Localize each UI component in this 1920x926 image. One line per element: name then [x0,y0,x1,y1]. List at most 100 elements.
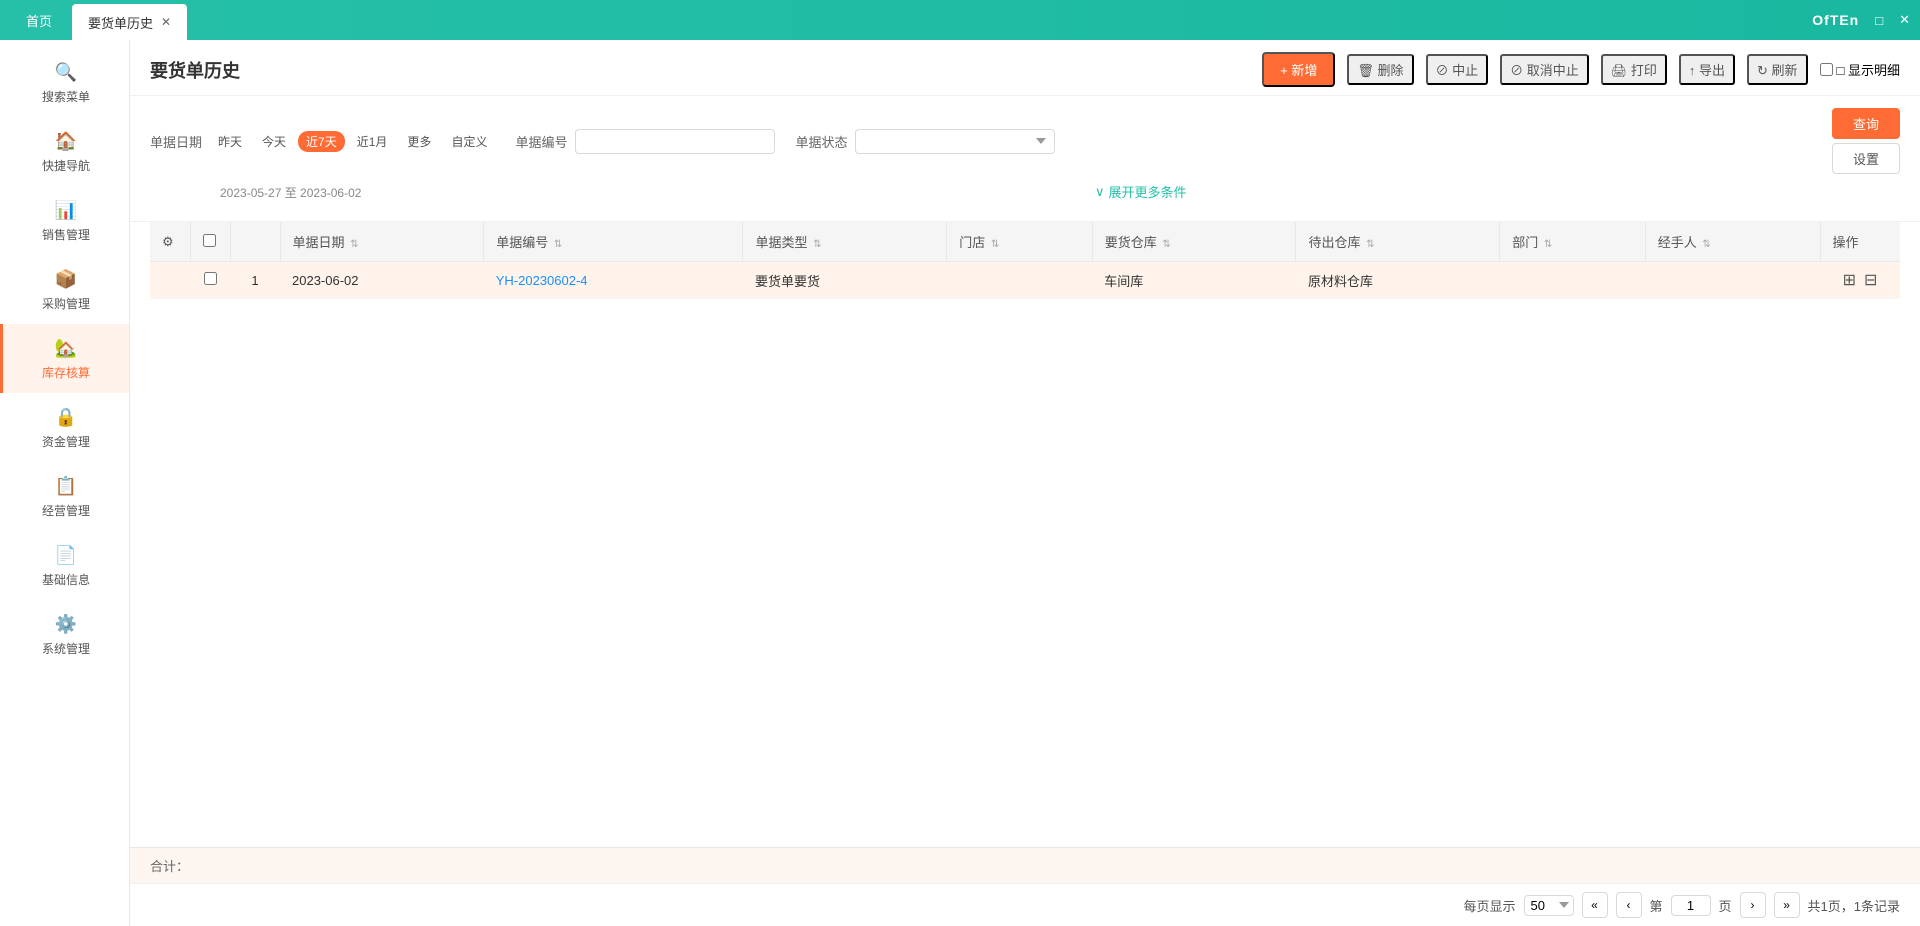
copy-icon[interactable]: ⊟ [1864,270,1877,290]
window-close-icon[interactable]: ✕ [1899,12,1910,28]
col-pending-warehouse[interactable]: 待出仓库 ⇅ [1296,222,1500,262]
delete-button[interactable]: 🗑 删除 [1347,54,1413,85]
tab-close-icon[interactable]: ✕ [161,15,171,29]
cell-doc-number: YH-20230602-4 [484,262,743,299]
box-icon: 📦 [54,267,78,291]
display-detail-toggle[interactable]: □ 显示明细 [1820,60,1900,79]
page-header: 要货单历史 + 新增 🗑 删除 ⊘ 中止 ⊘ 取消中止 🖨 打印 ↑ 导出 ↻ … [130,40,1920,96]
sort-icon-doc-number: ⇅ [554,239,562,250]
date-btn-today[interactable]: 今天 [254,131,294,152]
sidebar-label-finance-mgmt: 资金管理 [42,433,90,450]
tab-home[interactable]: 首页 [10,0,68,40]
sidebar-label-basic-info: 基础信息 [42,571,90,588]
doc-status-select[interactable] [855,129,1055,154]
cell-handler [1645,262,1820,299]
date-btn-custom[interactable]: 自定义 [443,131,495,152]
toolbar: + 新增 🗑 删除 ⊘ 中止 ⊘ 取消中止 🖨 打印 ↑ 导出 ↻ 刷新 □ 显… [1262,52,1900,87]
refresh-button[interactable]: ↻ 刷新 [1747,54,1808,85]
tab-label: 要货单历史 [88,13,153,32]
sort-icon-doc-date: ⇅ [350,239,358,250]
next-page-button[interactable]: › [1740,892,1766,918]
date-range-group: 2023-05-27 至 2023-06-02 [150,182,361,201]
doc-number-input[interactable] [575,129,775,154]
search-icon: 🔍 [54,60,78,84]
display-detail-checkbox[interactable] [1820,63,1833,76]
clipboard-icon: 📋 [54,474,78,498]
sidebar-item-operation-mgmt[interactable]: 📋 经营管理 [0,462,129,531]
print-button[interactable]: 🖨 打印 [1601,54,1667,85]
document-icon: 📄 [54,543,78,567]
sort-icon-req-warehouse: ⇅ [1162,239,1170,250]
stop-button[interactable]: ⊘ 中止 [1426,54,1489,85]
table-header-row: ⚙ 单据日期 ⇅ 单据编号 ⇅ [150,222,1900,262]
sidebar-item-purchase-mgmt[interactable]: 📦 采购管理 [0,255,129,324]
last-page-button[interactable]: » [1774,892,1800,918]
cancel-stop-button[interactable]: ⊘ 取消中止 [1500,54,1589,85]
cell-checkbox [190,262,230,299]
col-store[interactable]: 门店 ⇅ [947,222,1093,262]
export-button[interactable]: ↑ 导出 [1679,54,1735,85]
filter-area: 单据日期 昨天 今天 近7天 近1月 更多 自定义 单据编号 [130,96,1920,222]
sidebar-label-inventory: 库存核算 [42,364,90,381]
data-table: ⚙ 单据日期 ⇅ 单据编号 ⇅ [150,222,1900,299]
sidebar-item-search-menu[interactable]: 🔍 搜索菜单 [0,48,129,117]
col-handler[interactable]: 经手人 ⇅ [1645,222,1820,262]
col-checkbox [190,222,230,262]
doc-number-filter-group: 单据编号 [515,129,775,154]
col-req-warehouse[interactable]: 要货仓库 ⇅ [1092,222,1296,262]
date-btn-yesterday[interactable]: 昨天 [210,131,250,152]
sidebar-item-finance-mgmt[interactable]: 🔒 资金管理 [0,393,129,462]
first-page-button[interactable]: « [1582,892,1608,918]
date-options: 昨天 今天 近7天 近1月 更多 自定义 [210,131,495,152]
date-btn-7days[interactable]: 近7天 [298,131,345,152]
sidebar-item-quick-nav[interactable]: 🏠 快捷导航 [0,117,129,186]
doc-number-link[interactable]: YH-20230602-4 [496,273,588,288]
prev-page-button[interactable]: ‹ [1616,892,1642,918]
top-bar: 首页 要货单历史 ✕ OfTEn □ ✕ [0,0,1920,40]
col-settings[interactable]: ⚙ [150,222,190,262]
main-layout: 🔍 搜索菜单 🏠 快捷导航 📊 销售管理 📦 采购管理 🏡 库存核算 🔒 资金管… [0,40,1920,926]
row-checkbox[interactable] [204,272,217,285]
sidebar-item-system-mgmt[interactable]: ⚙️ 系统管理 [0,600,129,669]
expand-conditions-button[interactable]: ∨ 展开更多条件 [1095,182,1187,201]
cell-store [947,262,1093,299]
cell-num: 1 [230,262,280,299]
date-btn-more[interactable]: 更多 [399,131,439,152]
edit-icon[interactable]: ⊞ [1843,270,1856,290]
col-department[interactable]: 部门 ⇅ [1500,222,1646,262]
tab-requisition-history[interactable]: 要货单历史 ✕ [72,4,187,40]
page-size-select[interactable]: 50 20 100 [1524,895,1574,916]
filter-settings-button[interactable]: 设置 [1832,143,1900,174]
sort-icon-department: ⇅ [1544,239,1552,250]
home-icon: 🏠 [54,129,78,153]
sidebar-item-sales-mgmt[interactable]: 📊 销售管理 [0,186,129,255]
sort-icon-pending-warehouse: ⇅ [1366,239,1374,250]
brand-text: OfTEn [1812,12,1859,28]
query-button[interactable]: 查询 [1832,108,1900,139]
page-title: 要货单历史 [150,57,1262,83]
col-doc-type[interactable]: 单据类型 ⇅ [743,222,947,262]
col-action: 操作 [1820,222,1900,262]
lock-icon: 🔒 [54,405,78,429]
action-icons: ⊞ ⊟ [1832,270,1888,290]
col-doc-date[interactable]: 单据日期 ⇅ [280,222,484,262]
page-label: 第 [1650,896,1663,915]
chart-icon: 📊 [54,198,78,222]
new-button[interactable]: + 新增 [1262,52,1335,87]
sidebar-item-inventory[interactable]: 🏡 库存核算 [0,324,129,393]
window-maximize-icon[interactable]: □ [1875,13,1883,28]
table-row: 1 2023-06-02 YH-20230602-4 要货单要货 车间库 原材料… [150,262,1900,299]
page-number-input[interactable] [1671,895,1711,916]
date-btn-1month[interactable]: 近1月 [349,131,396,152]
col-doc-number[interactable]: 单据编号 ⇅ [484,222,743,262]
doc-number-label: 单据编号 [515,132,567,151]
expand-conditions-label: 展开更多条件 [1108,182,1186,201]
chevron-down-icon: ∨ [1095,184,1105,200]
cell-doc-type: 要货单要货 [743,262,947,299]
sidebar-item-basic-info[interactable]: 📄 基础信息 [0,531,129,600]
filter-row-2: 2023-05-27 至 2023-06-02 ∨ 展开更多条件 [150,182,1900,201]
select-all-checkbox[interactable] [203,234,216,247]
sidebar-label-purchase-mgmt: 采购管理 [42,295,90,312]
doc-status-filter-group: 单据状态 [795,129,1055,154]
sort-icon-handler: ⇅ [1702,239,1710,250]
